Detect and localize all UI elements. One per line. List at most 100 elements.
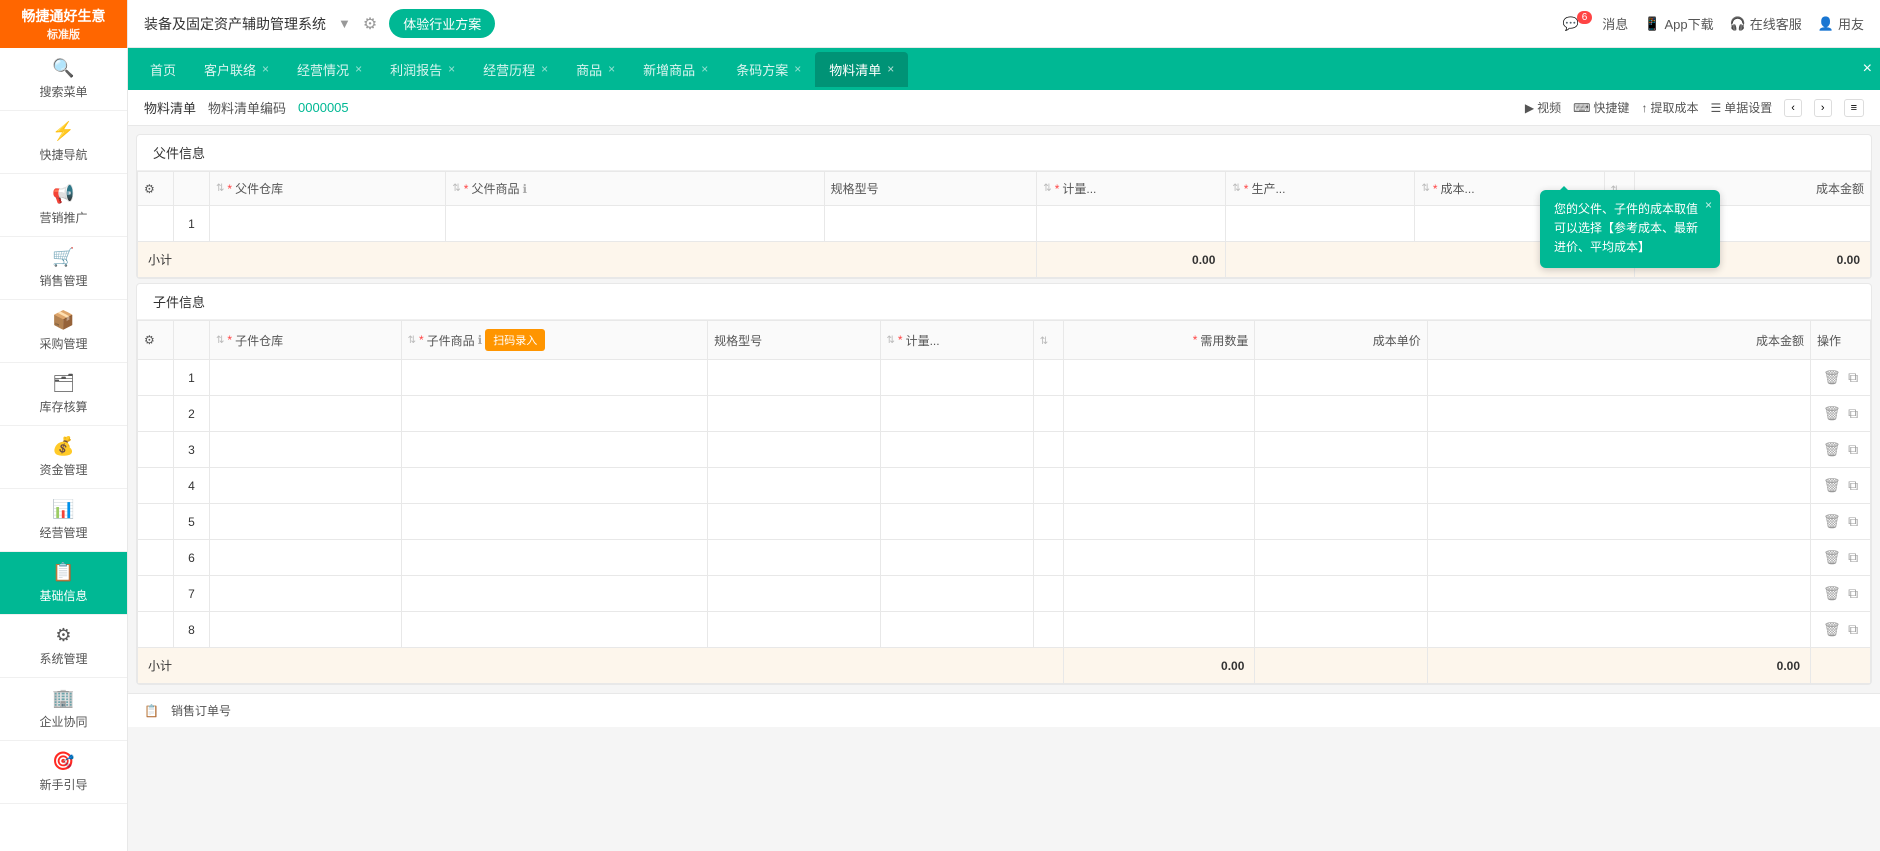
tooltip-close-button[interactable]: ×	[1705, 196, 1712, 215]
tab-home[interactable]: 首页	[136, 52, 190, 87]
child-row-quantity[interactable]	[1063, 468, 1255, 504]
extract-cost-button[interactable]: ↑ 提取成本	[1641, 99, 1698, 116]
child-row-quantity[interactable]	[1063, 396, 1255, 432]
child-row-warehouse[interactable]	[210, 540, 402, 576]
close-new-products-icon[interactable]: ×	[701, 62, 708, 76]
child-row-spec[interactable]	[708, 468, 880, 504]
child-row-warehouse[interactable]	[210, 468, 402, 504]
child-row-unit-cost[interactable]	[1255, 576, 1427, 612]
video-button[interactable]: ▶ 视频	[1525, 99, 1561, 116]
service-item[interactable]: 🎧 在线客服	[1730, 14, 1802, 33]
message-item[interactable]: 💬 6 消息	[1563, 14, 1629, 33]
shortcut-button[interactable]: ⌨ 快捷键	[1573, 99, 1629, 116]
parent-row-spec[interactable]	[824, 206, 1037, 242]
child-row-unit[interactable]	[880, 468, 1033, 504]
sidebar-item-finance[interactable]: 💰 资金管理	[0, 426, 127, 489]
child-row-product[interactable]	[401, 504, 708, 540]
child-row-product[interactable]	[401, 540, 708, 576]
expand-button[interactable]: ≡	[1844, 99, 1864, 117]
tab-operations[interactable]: 经营情况 ×	[283, 52, 376, 87]
child-row-unit-cost[interactable]	[1255, 432, 1427, 468]
close-products-icon[interactable]: ×	[608, 62, 615, 76]
tab-customers[interactable]: 客户联络 ×	[190, 52, 283, 87]
tab-new-products[interactable]: 新增商品 ×	[629, 52, 722, 87]
sidebar-item-enterprise[interactable]: 🏢 企业协同	[0, 678, 127, 741]
child-row-unit[interactable]	[880, 576, 1033, 612]
delete-button[interactable]: 🗑	[1821, 583, 1843, 604]
tab-bom[interactable]: 物料清单 ×	[815, 52, 908, 87]
sidebar-item-inventory[interactable]: 🗂 库存核算	[0, 363, 127, 426]
child-row-unit[interactable]	[880, 612, 1033, 648]
copy-button[interactable]: ⧉	[1846, 583, 1860, 604]
scan-button[interactable]: 扫码录入	[485, 329, 545, 351]
settings-icon[interactable]: ⚙	[363, 14, 377, 34]
parent-row-warehouse[interactable]	[210, 206, 446, 242]
child-row-spec[interactable]	[708, 360, 880, 396]
close-history-icon[interactable]: ×	[541, 62, 548, 76]
child-row-product[interactable]	[401, 360, 708, 396]
child-row-unit-cost[interactable]	[1255, 504, 1427, 540]
sidebar-item-basic-info[interactable]: 📋 基础信息	[0, 552, 127, 615]
sidebar-item-quick-nav[interactable]: ⚡ 快捷导航	[0, 111, 127, 174]
child-row-unit[interactable]	[880, 396, 1033, 432]
copy-button[interactable]: ⧉	[1846, 547, 1860, 568]
delete-button[interactable]: 🗑	[1821, 475, 1843, 496]
tab-profit[interactable]: 利润报告 ×	[376, 52, 469, 87]
child-row-unit[interactable]	[880, 504, 1033, 540]
child-row-product[interactable]	[401, 396, 708, 432]
child-row-spec[interactable]	[708, 504, 880, 540]
child-row-spec[interactable]	[708, 540, 880, 576]
copy-button[interactable]: ⧉	[1846, 475, 1860, 496]
sidebar-item-marketing[interactable]: 📢 营销推广	[0, 174, 127, 237]
child-row-warehouse[interactable]	[210, 360, 402, 396]
child-row-warehouse[interactable]	[210, 576, 402, 612]
tab-barcode[interactable]: 条码方案 ×	[722, 52, 815, 87]
child-row-unit[interactable]	[880, 360, 1033, 396]
parent-row-production[interactable]	[1226, 206, 1415, 242]
child-row-spec[interactable]	[708, 612, 880, 648]
close-bom-icon[interactable]: ×	[887, 62, 894, 76]
tab-products[interactable]: 商品 ×	[562, 52, 629, 87]
gear-icon[interactable]: ⚙	[144, 182, 155, 196]
trial-button[interactable]: 体验行业方案	[389, 9, 495, 38]
sidebar-item-system[interactable]: ⚙ 系统管理	[0, 615, 127, 678]
delete-button[interactable]: 🗑	[1821, 403, 1843, 424]
child-row-product[interactable]	[401, 468, 708, 504]
child-row-warehouse[interactable]	[210, 432, 402, 468]
tab-history[interactable]: 经营历程 ×	[469, 52, 562, 87]
child-row-warehouse[interactable]	[210, 504, 402, 540]
copy-button[interactable]: ⧉	[1846, 511, 1860, 532]
parent-row-product[interactable]	[446, 206, 824, 242]
child-row-unit-cost[interactable]	[1255, 612, 1427, 648]
app-download-item[interactable]: 📱 App下载	[1644, 14, 1713, 33]
child-row-warehouse[interactable]	[210, 612, 402, 648]
child-row-spec[interactable]	[708, 396, 880, 432]
delete-button[interactable]: 🗑	[1821, 547, 1843, 568]
delete-button[interactable]: 🗑	[1821, 511, 1843, 532]
delete-button[interactable]: 🗑	[1821, 619, 1843, 640]
single-setting-button[interactable]: ☰ 单据设置	[1710, 99, 1772, 116]
prev-button[interactable]: ‹	[1784, 99, 1802, 117]
child-row-quantity[interactable]	[1063, 432, 1255, 468]
child-row-unit-cost[interactable]	[1255, 468, 1427, 504]
child-row-product[interactable]	[401, 432, 708, 468]
child-row-unit[interactable]	[880, 432, 1033, 468]
child-row-spec[interactable]	[708, 432, 880, 468]
copy-button[interactable]: ⧉	[1846, 403, 1860, 424]
copy-button[interactable]: ⧉	[1846, 619, 1860, 640]
child-row-quantity[interactable]	[1063, 504, 1255, 540]
sidebar-item-operations[interactable]: 📊 经营管理	[0, 489, 127, 552]
child-row-spec[interactable]	[708, 576, 880, 612]
child-row-quantity[interactable]	[1063, 576, 1255, 612]
child-row-quantity[interactable]	[1063, 540, 1255, 576]
child-row-product[interactable]	[401, 576, 708, 612]
close-profit-icon[interactable]: ×	[448, 62, 455, 76]
close-operations-icon[interactable]: ×	[355, 62, 362, 76]
close-barcode-icon[interactable]: ×	[794, 62, 801, 76]
child-row-product[interactable]	[401, 612, 708, 648]
child-row-unit[interactable]	[880, 540, 1033, 576]
copy-button[interactable]: ⧉	[1846, 367, 1860, 388]
delete-button[interactable]: 🗑	[1821, 439, 1843, 460]
sidebar-item-guide[interactable]: 🎯 新手引导	[0, 741, 127, 804]
sidebar-item-search[interactable]: 🔍 搜索菜单	[0, 48, 127, 111]
